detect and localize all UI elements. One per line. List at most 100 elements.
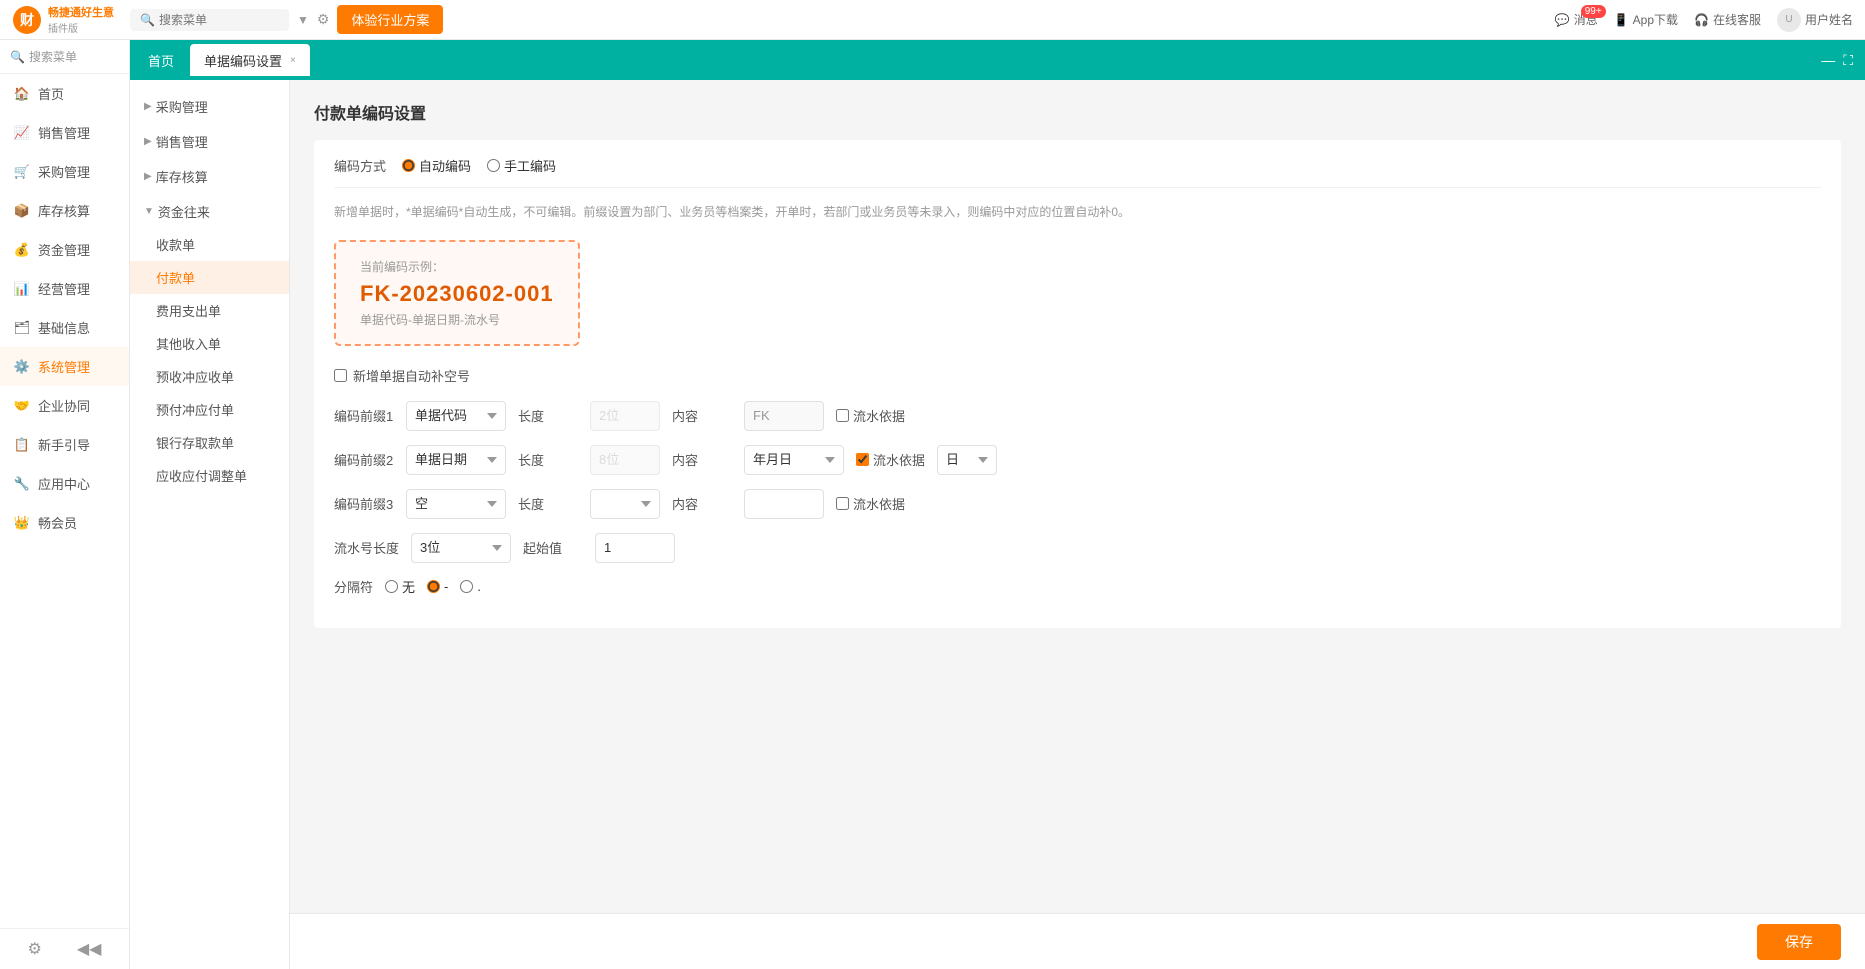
tab-expand-btn[interactable]: ⛶ xyxy=(1843,52,1853,69)
sidebar-bottom: ⚙ ◀◀ xyxy=(0,928,129,969)
sep-none-radio[interactable] xyxy=(385,580,398,593)
app-download-btn[interactable]: 📱 App下载 xyxy=(1614,11,1678,28)
serial2-check: 流水依据 xyxy=(856,450,925,469)
sub-group-capital-children: 收款单 付款单 费用支出单 其他收入单 预收冲应收单 预付冲应付单 银行存取款单… xyxy=(130,228,289,492)
user-info[interactable]: U 用户姓名 xyxy=(1777,8,1853,32)
sep-dot-option[interactable]: . xyxy=(460,579,481,594)
serial2-unit-select[interactable]: 日 xyxy=(937,445,997,475)
sub-item-expense[interactable]: 费用支出单 xyxy=(130,294,289,327)
preview-desc: 单据代码-单据日期-流水号 xyxy=(360,311,554,328)
sub-group-purchase-arrow: ▶ xyxy=(144,101,152,112)
sidebar-item-base[interactable]: 🗂 基础信息 xyxy=(0,308,129,347)
sidebar-item-purchase[interactable]: 🛒 采购管理 xyxy=(0,152,129,191)
sub-item-bank[interactable]: 银行存取款单 xyxy=(130,426,289,459)
auto-code-option[interactable]: 自动编码 xyxy=(402,156,471,175)
preview-value: FK-20230602-001 xyxy=(360,281,554,307)
sidebar-item-cooperation[interactable]: 🤝 企业协同 xyxy=(0,386,129,425)
system-icon: ⚙️ xyxy=(14,359,30,375)
settings-icon[interactable]: ⚙ xyxy=(317,11,330,28)
auto-code-radio[interactable] xyxy=(402,159,415,172)
tab-encoding[interactable]: 单据编码设置 × xyxy=(190,44,310,76)
main-area: 首页 单据编码设置 × — ⛶ ▶ 采购管理 xyxy=(130,40,1865,969)
separator-label: 分隔符 xyxy=(334,577,373,596)
sub-item-other-income[interactable]: 其他收入单 xyxy=(130,327,289,360)
sub-group-inventory-title[interactable]: ▶ 库存核算 xyxy=(130,160,289,193)
sub-group-sales-title[interactable]: ▶ 销售管理 xyxy=(130,125,289,158)
online-service-label: 在线客服 xyxy=(1713,11,1761,28)
sidebar-item-label: 基础信息 xyxy=(38,318,90,337)
prefix2-select[interactable]: 单据日期 xyxy=(406,445,506,475)
sep-dash-radio[interactable] xyxy=(427,580,440,593)
length2-select[interactable]: 8位 xyxy=(590,445,660,475)
sep-none-option[interactable]: 无 xyxy=(385,577,415,596)
prefix1-select[interactable]: 单据代码 xyxy=(406,401,506,431)
sep-dash-option[interactable]: - xyxy=(427,579,448,594)
sub-group-purchase-title[interactable]: ▶ 采购管理 xyxy=(130,90,289,123)
inventory-icon: 📦 xyxy=(14,203,30,219)
sep-dot-radio[interactable] xyxy=(460,580,473,593)
message-badge: 99+ xyxy=(1581,5,1606,18)
tab-close-icon[interactable]: × xyxy=(290,55,296,66)
preview-label: 当前编码示例： xyxy=(360,258,554,275)
user-avatar: U xyxy=(1777,8,1801,32)
serial3-checkbox[interactable] xyxy=(836,497,849,510)
manual-code-radio[interactable] xyxy=(487,159,500,172)
sidebar-search[interactable]: 🔍 搜索菜单 xyxy=(0,40,129,74)
content2-select[interactable]: 年月日 xyxy=(744,445,844,475)
sidebar-item-finance[interactable]: 💰 资金管理 xyxy=(0,230,129,269)
length3-select[interactable] xyxy=(590,489,660,519)
sub-group-capital-title[interactable]: ▼ 资金往来 xyxy=(130,195,289,228)
auto-fill-checkbox[interactable] xyxy=(334,369,347,382)
info-text: 新增单据时，*单据编码*自动生成，不可编辑。前缀设置为部门、业务员等档案类，开单… xyxy=(334,202,1821,224)
sub-sidebar: ▶ 采购管理 ▶ 销售管理 ▶ 库存核算 xyxy=(130,80,290,969)
start-val-label: 起始值 xyxy=(523,538,583,557)
sub-item-receipt[interactable]: 收款单 xyxy=(130,228,289,261)
user-name: 用户姓名 xyxy=(1805,11,1853,28)
cooperation-icon: 🤝 xyxy=(14,398,30,414)
serial1-checkbox[interactable] xyxy=(836,409,849,422)
prefix3-select[interactable]: 空 xyxy=(406,489,506,519)
search-input[interactable] xyxy=(159,13,279,27)
sub-item-arap-adjust[interactable]: 应收应付调整单 xyxy=(130,459,289,492)
tab-home[interactable]: 首页 xyxy=(134,44,188,76)
sidebar-item-operations[interactable]: 📊 经营管理 xyxy=(0,269,129,308)
sidebar-item-guide[interactable]: 📋 新手引导 xyxy=(0,425,129,464)
sidebar-item-system[interactable]: ⚙️ 系统管理 xyxy=(0,347,129,386)
search-box[interactable]: 🔍 xyxy=(130,9,289,31)
sub-item-payment[interactable]: 付款单 xyxy=(130,261,289,294)
start-val-input[interactable] xyxy=(595,533,675,563)
sidebar-item-home[interactable]: 🏠 首页 xyxy=(0,74,129,113)
sidebar-item-appcenter[interactable]: 🔧 应用中心 xyxy=(0,464,129,503)
serial-len-select[interactable]: 3位 xyxy=(411,533,511,563)
save-button[interactable]: 保存 xyxy=(1757,924,1841,960)
operations-icon: 📊 xyxy=(14,281,30,297)
sub-item-prepay-recv[interactable]: 预收冲应收单 xyxy=(130,360,289,393)
trial-button[interactable]: 体验行业方案 xyxy=(337,5,443,34)
tab-minimize-btn[interactable]: — xyxy=(1821,52,1835,68)
sep-dot-label: . xyxy=(477,579,481,594)
sub-group-inventory-label: 库存核算 xyxy=(156,167,208,186)
online-service-btn[interactable]: 🎧 在线客服 xyxy=(1694,11,1761,28)
dropdown-icon[interactable]: ▼ xyxy=(297,13,309,27)
sub-group-sales-arrow: ▶ xyxy=(144,136,152,147)
bottom-bar: 保存 xyxy=(290,913,1865,969)
appcenter-icon: 🔧 xyxy=(14,476,30,492)
sidebar-item-member[interactable]: 👑 畅会员 xyxy=(0,503,129,542)
sep-none-label: 无 xyxy=(402,577,415,596)
length1-select[interactable]: 2位 xyxy=(590,401,660,431)
sidebar-item-sales[interactable]: 📈 销售管理 xyxy=(0,113,129,152)
sidebar-search-label: 搜索菜单 xyxy=(29,48,77,65)
content3-input[interactable] xyxy=(744,489,824,519)
auto-fill-label: 新增单据自动补空号 xyxy=(353,366,470,385)
sidebar-item-inventory[interactable]: 📦 库存核算 xyxy=(0,191,129,230)
length2-label: 长度 xyxy=(518,450,578,469)
settings-bottom-icon[interactable]: ⚙ xyxy=(28,939,42,959)
app-title: 畅捷通好生意 xyxy=(48,4,114,20)
manual-code-option[interactable]: 手工编码 xyxy=(487,156,556,175)
top-right-actions: 💬 消息 99+ 📱 App下载 🎧 在线客服 U 用户姓名 xyxy=(1555,8,1853,32)
content1-label: 内容 xyxy=(672,406,732,425)
collapse-icon[interactable]: ◀◀ xyxy=(77,939,102,959)
serial2-checkbox[interactable] xyxy=(856,453,869,466)
message-btn[interactable]: 💬 消息 99+ xyxy=(1555,11,1598,28)
sub-item-prepay-pay[interactable]: 预付冲应付单 xyxy=(130,393,289,426)
